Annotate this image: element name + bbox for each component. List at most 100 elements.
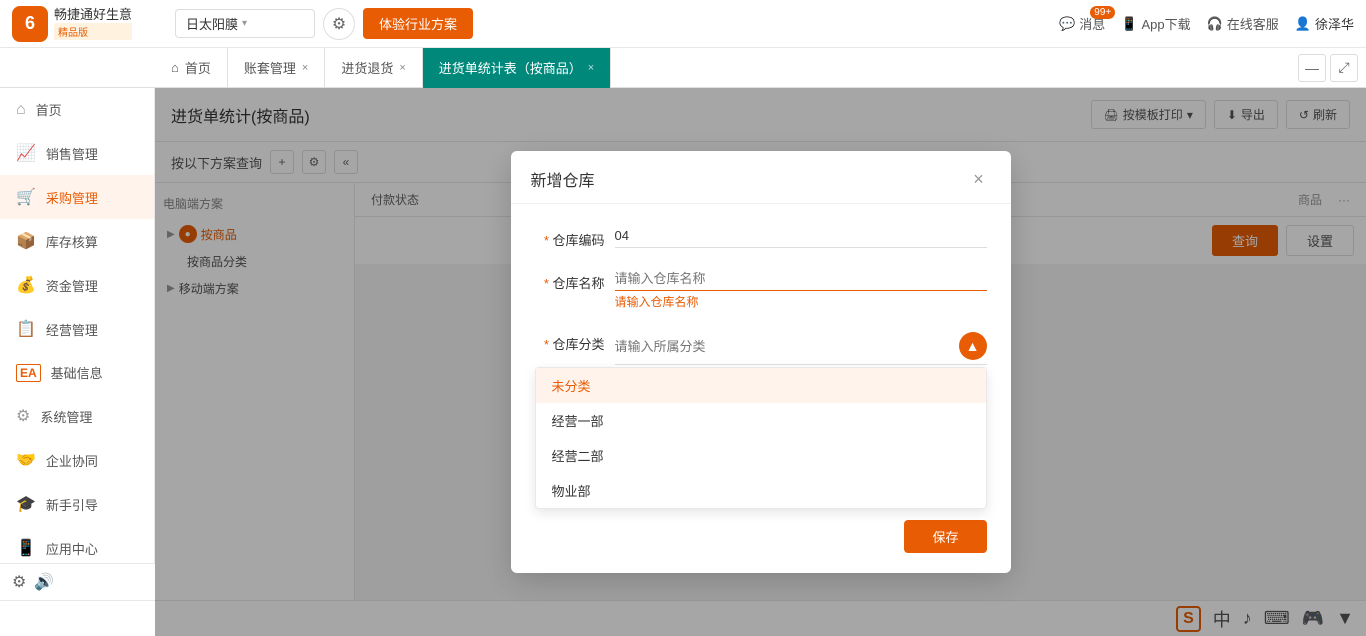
username: 徐泽华: [1315, 14, 1354, 33]
tab-home[interactable]: ⌂ 首页: [155, 48, 228, 88]
app-download-button[interactable]: 📱 App下载: [1121, 14, 1190, 33]
online-service-button[interactable]: 🎧 在线客服: [1207, 14, 1279, 33]
purchase-nav-icon: 🛒: [16, 187, 36, 207]
dropdown-item-uncategorized[interactable]: 未分类: [536, 368, 986, 403]
code-form-row: 仓库编码: [535, 224, 987, 249]
tab-maximize-button[interactable]: ⤢: [1330, 54, 1358, 82]
dialog-close-button[interactable]: ×: [967, 167, 991, 191]
sales-nav-icon: 📈: [16, 143, 36, 163]
dropdown-item-dept2[interactable]: 经营二部: [536, 438, 986, 473]
category-input[interactable]: [615, 339, 959, 354]
sidebar-label-inventory: 库存核算: [46, 232, 98, 251]
sidebar-label-operations: 经营管理: [46, 320, 98, 339]
code-control: [615, 224, 987, 248]
dialog-title: 新增仓库: [531, 167, 595, 191]
new-warehouse-dialog: 新增仓库 × 仓库编码 仓库名称: [511, 151, 1011, 573]
tab-purchase-return-label: 进货退货: [341, 58, 393, 77]
sidebar-label-finance: 资金管理: [46, 276, 98, 295]
headset-icon: 🎧: [1207, 16, 1223, 32]
message-icon: 💬: [1059, 16, 1075, 32]
settings-button[interactable]: ⚙: [323, 8, 355, 40]
app-download-label: App下载: [1141, 14, 1190, 33]
tab-purchase-return-close-icon[interactable]: ×: [399, 62, 405, 74]
store-name: 日太阳膜: [186, 14, 238, 33]
name-input[interactable]: [615, 267, 987, 291]
sidebar-label-system: 系统管理: [40, 407, 92, 426]
basics-nav-icon: EA: [16, 364, 41, 382]
dialog-header: 新增仓库 ×: [511, 151, 1011, 204]
sidebar-label-home: 首页: [36, 100, 62, 119]
code-label: 仓库编码: [535, 224, 615, 249]
online-service-label: 在线客服: [1227, 14, 1279, 33]
tab-purchase-stats-label: 进货单统计表（按商品）: [439, 58, 582, 77]
dialog-footer: 保存: [511, 508, 1011, 573]
category-control: ▲ 未分类 经营一部 经营二部 物业部: [615, 328, 987, 365]
sidebar-label-apps: 应用中心: [46, 539, 98, 558]
category-dropdown: 未分类 经营一部 经营二部 物业部: [535, 367, 987, 509]
name-label: 仓库名称: [535, 267, 615, 292]
sidebar-settings-icon[interactable]: ⚙: [12, 572, 26, 592]
top-right-area: 💬 消息 99+ 📱 App下载 🎧 在线客服 👤 徐泽华: [1059, 14, 1354, 33]
dialog-overlay: 新增仓库 × 仓库编码 仓库名称: [155, 88, 1366, 636]
sidebar-item-guide[interactable]: 🎓 新手引导: [0, 482, 154, 526]
category-toggle-button[interactable]: ▲: [959, 332, 987, 360]
tab-accounts-close-icon[interactable]: ×: [302, 62, 308, 74]
logo-sub: 精品版: [54, 23, 132, 40]
sidebar-item-finance[interactable]: 💰 资金管理: [0, 263, 154, 307]
operations-nav-icon: 📋: [16, 319, 36, 339]
category-form-row: 仓库分类 ▲ 未分类 经营一部 经营二部 物业部: [535, 328, 987, 365]
user-area[interactable]: 👤 徐泽华: [1295, 14, 1354, 33]
home-nav-icon: ⌂: [16, 101, 26, 119]
tab-purchase-stats-close-icon[interactable]: ×: [588, 62, 594, 74]
sidebar-label-purchase: 采购管理: [46, 188, 98, 207]
tab-purchase-return[interactable]: 进货退货 ×: [325, 48, 422, 88]
sidebar-label-sales: 销售管理: [46, 144, 98, 163]
sidebar-bottom: ⚙ 🔊: [0, 563, 155, 600]
sidebar-item-inventory[interactable]: 📦 库存核算: [0, 219, 154, 263]
category-label: 仓库分类: [535, 328, 615, 353]
name-control: 请输入仓库名称: [615, 267, 987, 310]
home-icon: ⌂: [171, 60, 179, 75]
sidebar-label-basics: 基础信息: [51, 363, 103, 382]
tab-actions: — ⤢: [1298, 54, 1366, 82]
enterprise-nav-icon: 🤝: [16, 450, 36, 470]
tab-accounts-label: 账套管理: [244, 58, 296, 77]
user-icon: 👤: [1295, 16, 1311, 32]
message-badge: 99+: [1090, 6, 1115, 19]
name-form-row: 仓库名称 请输入仓库名称: [535, 267, 987, 310]
name-error-message: 请输入仓库名称: [615, 293, 987, 310]
messages-button[interactable]: 💬 消息 99+: [1059, 14, 1105, 33]
sidebar-item-sales[interactable]: 📈 销售管理: [0, 131, 154, 175]
system-nav-icon: ⚙: [16, 406, 30, 426]
sidebar-item-enterprise[interactable]: 🤝 企业协同: [0, 438, 154, 482]
content-area: 进货单统计(按商品) 🖨 按模板打印 ▾ ⬇ 导出 ↺ 刷新 按以下方案查询: [155, 88, 1366, 636]
guide-nav-icon: 🎓: [16, 494, 36, 514]
code-input[interactable]: [615, 224, 987, 248]
category-select-row: ▲: [615, 328, 987, 365]
sidebar-label-guide: 新手引导: [46, 495, 98, 514]
finance-nav-icon: 💰: [16, 275, 36, 295]
save-button[interactable]: 保存: [904, 520, 986, 553]
dropdown-item-dept1[interactable]: 经营一部: [536, 403, 986, 438]
sidebar-label-enterprise: 企业协同: [46, 451, 98, 470]
sidebar-item-purchase[interactable]: 🛒 采购管理: [0, 175, 154, 219]
sidebar-item-basics[interactable]: EA 基础信息: [0, 351, 154, 394]
sidebar-item-home[interactable]: ⌂ 首页: [0, 88, 154, 131]
sidebar-item-operations[interactable]: 📋 经营管理: [0, 307, 154, 351]
tab-purchase-stats[interactable]: 进货单统计表（按商品） ×: [423, 48, 611, 88]
dropdown-item-dept3[interactable]: 物业部: [536, 473, 986, 508]
sidebar-speaker-icon[interactable]: 🔊: [34, 572, 54, 592]
main-layout: ⌂ 首页 📈 销售管理 🛒 采购管理 📦 库存核算 💰 资金管理 📋 经营管理 …: [0, 88, 1366, 636]
tab-minimize-button[interactable]: —: [1298, 54, 1326, 82]
top-bar: 6 畅捷通好生意 精品版 日太阳膜 ▾ ⚙ 体验行业方案 💬 消息 99+ 📱 …: [0, 0, 1366, 48]
store-selector[interactable]: 日太阳膜 ▾: [175, 9, 315, 38]
sidebar: ⌂ 首页 📈 销售管理 🛒 采购管理 📦 库存核算 💰 资金管理 📋 经营管理 …: [0, 88, 155, 636]
logo-name: 畅捷通好生意: [54, 7, 132, 24]
dialog-body: 仓库编码 仓库名称 请输入仓库名称: [511, 204, 1011, 508]
tab-accounts[interactable]: 账套管理 ×: [228, 48, 325, 88]
logo-area: 6 畅捷通好生意 精品版: [12, 6, 167, 42]
sidebar-item-system[interactable]: ⚙ 系统管理: [0, 394, 154, 438]
logo-icon: 6: [12, 6, 48, 42]
trial-button[interactable]: 体验行业方案: [363, 8, 473, 39]
tab-bar: ⌂ 首页 账套管理 × 进货退货 × 进货单统计表（按商品） × — ⤢: [0, 48, 1366, 88]
